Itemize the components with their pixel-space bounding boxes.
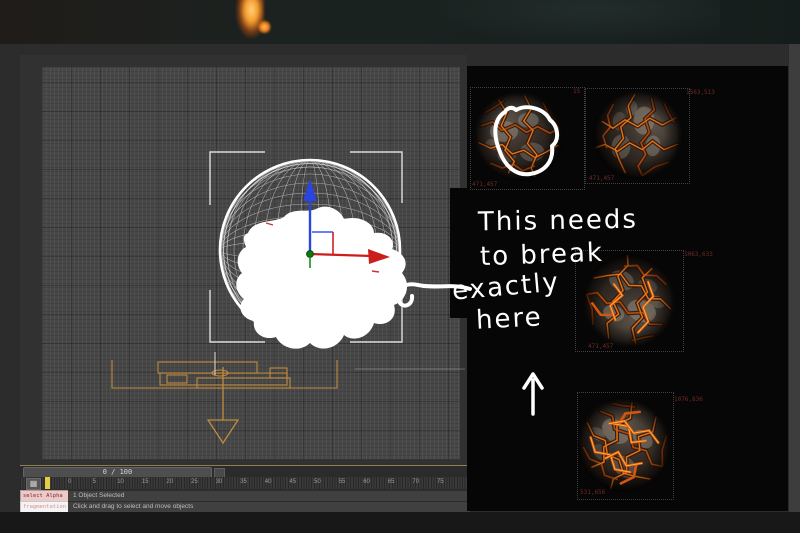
alpha-blob xyxy=(236,207,407,349)
slice-coordinate: 1076,836 xyxy=(674,396,703,403)
tick-label: 50 xyxy=(314,479,321,485)
tick-label: 30 xyxy=(216,479,223,485)
key-filter-icon[interactable]: ▦ xyxy=(26,478,41,490)
tick-label: 60 xyxy=(363,479,370,485)
time-slider[interactable]: 0 / 100 xyxy=(20,466,467,477)
tick-label: 45 xyxy=(289,479,296,485)
flame-spark-image xyxy=(258,20,271,34)
bottom-strip xyxy=(0,512,800,533)
tick-label: 20 xyxy=(166,479,173,485)
tick-label: 70 xyxy=(412,479,419,485)
smoke-image xyxy=(420,0,720,44)
slice-coordinate: 1563,513 xyxy=(686,89,715,96)
tick-label: 55 xyxy=(339,479,346,485)
tick-label: 40 xyxy=(265,479,272,485)
tick-label: 75 xyxy=(437,479,444,485)
slice-coordinate: 471,457 xyxy=(588,343,613,350)
tick-label: 0 xyxy=(68,479,71,485)
viewport-scene xyxy=(20,55,470,466)
tick-label: 25 xyxy=(191,479,198,485)
slice-coordinate: 471,457 xyxy=(589,175,614,182)
application-window: 0 / 100 ▦ 0 5 10 15 20 25 30 35 40 45 50 55 60 65 70 75… xyxy=(0,0,800,533)
tick-label: 65 xyxy=(388,479,395,485)
render-panel-notch xyxy=(450,188,467,318)
slice-coordinate: 1063,633 xyxy=(684,251,713,258)
slice-coordinate: 471,457 xyxy=(472,181,497,188)
top-photo-banner xyxy=(0,0,800,44)
lava-sphere-render-1 xyxy=(472,90,566,184)
prompt-line: Click and drag to select and move object… xyxy=(68,501,470,512)
selection-status: 1 Object Selected xyxy=(68,490,470,501)
gizmo-center-dot xyxy=(307,251,314,258)
fragmentation-rig[interactable] xyxy=(112,360,337,388)
lava-sphere-render-4 xyxy=(574,396,674,496)
tick-label: 10 xyxy=(117,479,124,485)
right-edge-strip xyxy=(788,44,800,512)
lava-sphere-render-3 xyxy=(580,251,678,349)
tick-label: 35 xyxy=(240,479,247,485)
slice-coordinate: 531,656 xyxy=(580,489,605,496)
tick-label: 15 xyxy=(142,479,149,485)
slice-coordinate: 15 xyxy=(573,88,580,95)
current-frame-marker[interactable] xyxy=(45,477,50,489)
track-bar[interactable]: ▦ 0 5 10 15 20 25 30 35 40 45 50 55 60 65 70 75 xyxy=(20,477,467,489)
lava-sphere-render-2 xyxy=(590,88,684,182)
tick-label: 5 xyxy=(93,479,96,485)
